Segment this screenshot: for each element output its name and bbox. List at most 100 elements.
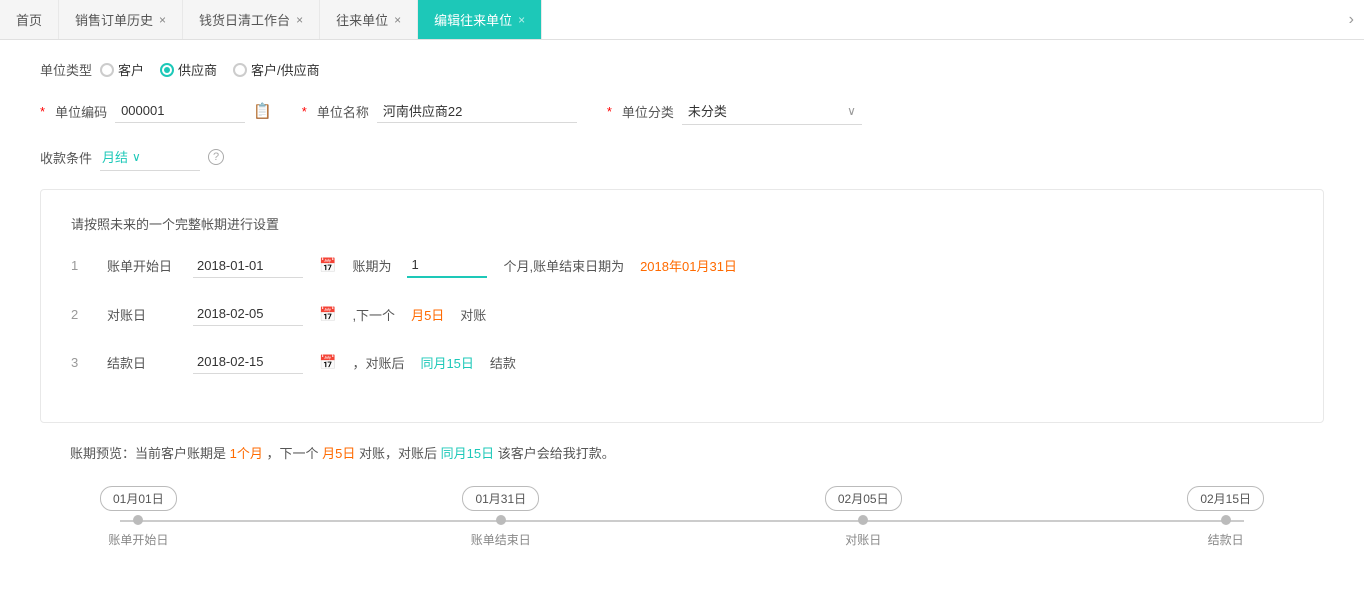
section-title: 请按照未来的一个完整帐期进行设置 — [71, 214, 1293, 233]
tab-partner-units[interactable]: 往来单位 × — [320, 0, 418, 39]
preview-suffix: 该客户会给我打款。 — [498, 446, 615, 461]
payment-condition-label: 收款条件 — [40, 148, 92, 167]
node-sublabel-3: 对账日 — [845, 531, 881, 548]
timeline-line — [120, 520, 1244, 522]
payment-condition-select[interactable]: 月结 ∨ — [100, 143, 200, 171]
unit-code-star: * — [40, 104, 45, 119]
reconcile-date-input[interactable] — [193, 302, 303, 326]
unit-code-field: * 单位编码 📋 — [40, 99, 272, 123]
start-date-input[interactable] — [193, 254, 303, 278]
tab-home[interactable]: 首页 — [0, 0, 59, 39]
payment-date-input[interactable] — [193, 350, 303, 374]
end-date-highlight: 2018年01月31日 — [640, 256, 737, 275]
payment-day-highlight: 同月15日 — [420, 353, 473, 372]
node-dot-2 — [496, 515, 506, 525]
row-num-1: 1 — [71, 258, 91, 273]
setting-row-3: 3 结款日 📅 ，对账后 同月15日 结款 — [71, 350, 1293, 374]
row-desc-2-prefix: ,下一个 — [352, 305, 395, 324]
setting-row-1: 1 账单开始日 📅 账期为 个月,账单结束日期为 2018年01月31日 — [71, 253, 1293, 278]
preview-text: 账期预览：当前客户账期是 1个月 ，下一个 月5日 对账，对账后 同月15日 该… — [40, 443, 1324, 462]
radio-customer-label: 客户 — [118, 60, 144, 79]
row-desc-1-mid: 个月,账单结束日期为 — [503, 256, 624, 275]
timeline-node-3: 02月05日 对账日 — [825, 486, 902, 548]
unit-info-row: * 单位编码 📋 * 单位名称 * 单位分类 未分类 ∨ — [40, 97, 1324, 125]
radio-supplier-label: 供应商 — [178, 60, 217, 79]
unit-category-label: 单位分类 — [622, 102, 674, 121]
category-dropdown-icon: ∨ — [847, 104, 856, 118]
timeline-node-4: 02月15日 结款日 — [1187, 486, 1264, 548]
unit-category-select[interactable]: 未分类 ∨ — [682, 97, 862, 125]
payment-condition-row: 收款条件 月结 ∨ ? — [40, 143, 1324, 171]
radio-supplier[interactable]: 供应商 — [160, 60, 217, 79]
setting-row-2: 2 对账日 📅 ,下一个 月5日 对账 — [71, 302, 1293, 326]
tab-more-arrow[interactable]: › — [1339, 0, 1364, 39]
tab-edit-partner-close[interactable]: × — [518, 13, 525, 27]
unit-name-star: * — [302, 104, 307, 119]
unit-type-field: 单位类型 客户 供应商 客户/供应商 — [40, 60, 320, 79]
unit-type-row: 单位类型 客户 供应商 客户/供应商 — [40, 60, 1324, 79]
tab-cash-work-close[interactable]: × — [296, 13, 303, 27]
main-content: 单位类型 客户 供应商 客户/供应商 * 单位编码 — [0, 40, 1364, 608]
tab-partner-units-close[interactable]: × — [394, 13, 401, 27]
tab-sales-history-close[interactable]: × — [159, 13, 166, 27]
node-label-3: 02月05日 — [825, 486, 902, 511]
tab-sales-history[interactable]: 销售订单历史 × — [59, 0, 183, 39]
row-desc-3-suffix: 结款 — [490, 353, 516, 372]
payment-date-calendar-icon[interactable]: 📅 — [319, 354, 336, 371]
payment-condition-value: 月结 — [102, 147, 128, 166]
row-desc-1-prefix: 账期为 — [352, 256, 391, 275]
node-label-1: 01月01日 — [100, 486, 177, 511]
period-input[interactable] — [407, 253, 487, 278]
unit-category-value: 未分类 — [688, 101, 841, 120]
reconcile-day-highlight: 月5日 — [411, 305, 444, 324]
unit-name-field: * 单位名称 — [302, 99, 577, 123]
node-label-4: 02月15日 — [1187, 486, 1264, 511]
unit-code-input[interactable] — [115, 99, 245, 123]
node-sublabel-1: 账单开始日 — [108, 531, 168, 548]
timeline-section: 01月01日 账单开始日 01月31日 账单结束日 02月05日 对账日 — [40, 486, 1324, 548]
preview-period: 1个月 — [230, 446, 263, 461]
radio-supplier-circle — [160, 63, 174, 77]
reconcile-date-calendar-icon[interactable]: 📅 — [319, 306, 336, 323]
row-desc-3-prefix: ，对账后 — [352, 353, 404, 372]
node-dot-1 — [133, 515, 143, 525]
radio-customer-supplier-circle — [233, 63, 247, 77]
tab-cash-work[interactable]: 钱货日清工作台 × — [183, 0, 320, 39]
unit-type-label: 单位类型 — [40, 60, 92, 79]
timeline-node-2: 01月31日 账单结束日 — [462, 486, 539, 548]
node-sublabel-2: 账单结束日 — [471, 531, 531, 548]
preview-day1: 月5日 — [322, 446, 355, 461]
copy-icon[interactable]: 📋 — [253, 102, 272, 120]
settings-section: 请按照未来的一个完整帐期进行设置 1 账单开始日 📅 账期为 个月,账单结束日期… — [40, 189, 1324, 423]
unit-name-input[interactable] — [377, 99, 577, 123]
node-dot-3 — [858, 515, 868, 525]
node-dot-4 — [1221, 515, 1231, 525]
start-date-calendar-icon[interactable]: 📅 — [319, 257, 336, 274]
radio-customer-supplier-label: 客户/供应商 — [251, 60, 320, 79]
preview-day2: 同月15日 — [441, 446, 494, 461]
unit-category-star: * — [607, 104, 612, 119]
payment-dropdown-icon: ∨ — [132, 150, 141, 164]
row-label-1: 账单开始日 — [107, 256, 177, 275]
payment-condition-field: 收款条件 月结 ∨ ? — [40, 143, 224, 171]
node-label-2: 01月31日 — [462, 486, 539, 511]
row-num-2: 2 — [71, 307, 91, 322]
row-label-2: 对账日 — [107, 305, 177, 324]
radio-customer-circle — [100, 63, 114, 77]
timeline-node-1: 01月01日 账单开始日 — [100, 486, 177, 548]
radio-customer-supplier[interactable]: 客户/供应商 — [233, 60, 320, 79]
unit-type-radio-group: 客户 供应商 客户/供应商 — [100, 60, 320, 79]
unit-code-label: 单位编码 — [55, 102, 107, 121]
unit-category-field: * 单位分类 未分类 ∨ — [607, 97, 862, 125]
row-label-3: 结款日 — [107, 353, 177, 372]
tab-edit-partner[interactable]: 编辑往来单位 × — [418, 0, 542, 39]
row-num-3: 3 — [71, 355, 91, 370]
unit-name-label: 单位名称 — [317, 102, 369, 121]
preview-mid2: 对账，对账后 — [359, 446, 437, 461]
preview-mid1: ，下一个 — [267, 446, 319, 461]
radio-customer[interactable]: 客户 — [100, 60, 144, 79]
tab-bar: 首页 销售订单历史 × 钱货日清工作台 × 往来单位 × 编辑往来单位 × › — [0, 0, 1364, 40]
help-icon[interactable]: ? — [208, 149, 224, 165]
row-desc-2-suffix: 对账 — [460, 305, 486, 324]
node-sublabel-4: 结款日 — [1208, 531, 1244, 548]
